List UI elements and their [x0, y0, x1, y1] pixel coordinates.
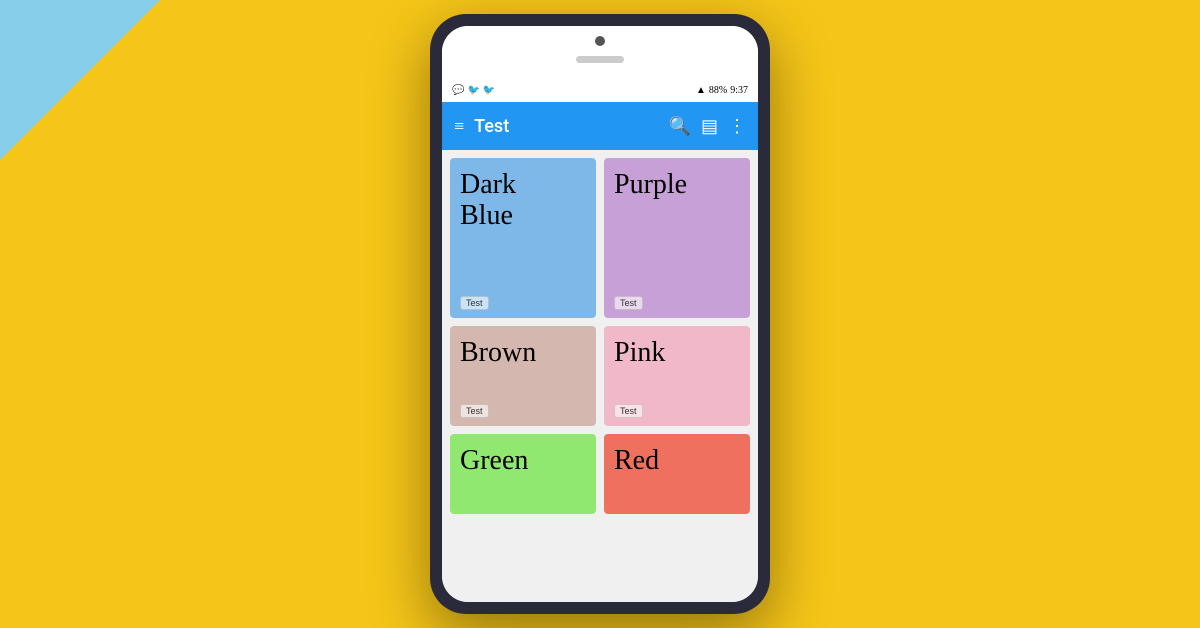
card-red[interactable]: Red: [604, 434, 750, 514]
card-purple[interactable]: Purple Test: [604, 158, 750, 318]
card-brown-title: Brown: [460, 338, 586, 369]
card-green[interactable]: Green: [450, 434, 596, 514]
phone-top-bezel: [442, 26, 758, 78]
wifi-icon: ▲: [696, 85, 706, 96]
card-brown[interactable]: Brown Test: [450, 326, 596, 426]
menu-icon[interactable]: ≡: [454, 116, 464, 137]
phone-earpiece: [576, 56, 624, 63]
cards-grid: DarkBlue Test Purple Test Brown Test Pin…: [450, 158, 750, 514]
status-left-icons: 💬 🐦 🐦: [452, 85, 495, 96]
card-red-title: Red: [614, 446, 740, 477]
search-icon[interactable]: 🔍: [669, 116, 691, 137]
toolbar: ≡ Test 🔍 ▤ ⋮: [442, 102, 758, 150]
twitter-icon-2: 🐦: [483, 85, 495, 96]
battery-text: 88%: [709, 85, 727, 96]
card-pink[interactable]: Pink Test: [604, 326, 750, 426]
card-purple-badge: Test: [614, 296, 643, 310]
phone-shell: 💬 🐦 🐦 ▲ 88% 9:37 ≡ Test 🔍 ▤ ⋮ DarkBlue: [430, 14, 770, 614]
phone-screen: 💬 🐦 🐦 ▲ 88% 9:37 ≡ Test 🔍 ▤ ⋮ DarkBlue: [442, 26, 758, 602]
content-area: DarkBlue Test Purple Test Brown Test Pin…: [442, 150, 758, 602]
more-icon[interactable]: ⋮: [728, 116, 746, 137]
status-bar: 💬 🐦 🐦 ▲ 88% 9:37: [442, 78, 758, 102]
chat-icon: 💬: [452, 85, 464, 96]
view-icon[interactable]: ▤: [701, 116, 718, 137]
card-green-title: Green: [460, 446, 586, 477]
time-text: 9:37: [730, 85, 748, 96]
card-pink-title: Pink: [614, 338, 740, 369]
status-right: ▲ 88% 9:37: [696, 85, 748, 96]
card-brown-badge: Test: [460, 404, 489, 418]
toolbar-title: Test: [474, 116, 658, 137]
card-dark-blue-title: DarkBlue: [460, 170, 586, 232]
card-dark-blue[interactable]: DarkBlue Test: [450, 158, 596, 318]
card-dark-blue-badge: Test: [460, 296, 489, 310]
twitter-icon-1: 🐦: [467, 85, 479, 96]
phone-camera: [595, 36, 605, 46]
card-pink-badge: Test: [614, 404, 643, 418]
card-purple-title: Purple: [614, 170, 740, 201]
